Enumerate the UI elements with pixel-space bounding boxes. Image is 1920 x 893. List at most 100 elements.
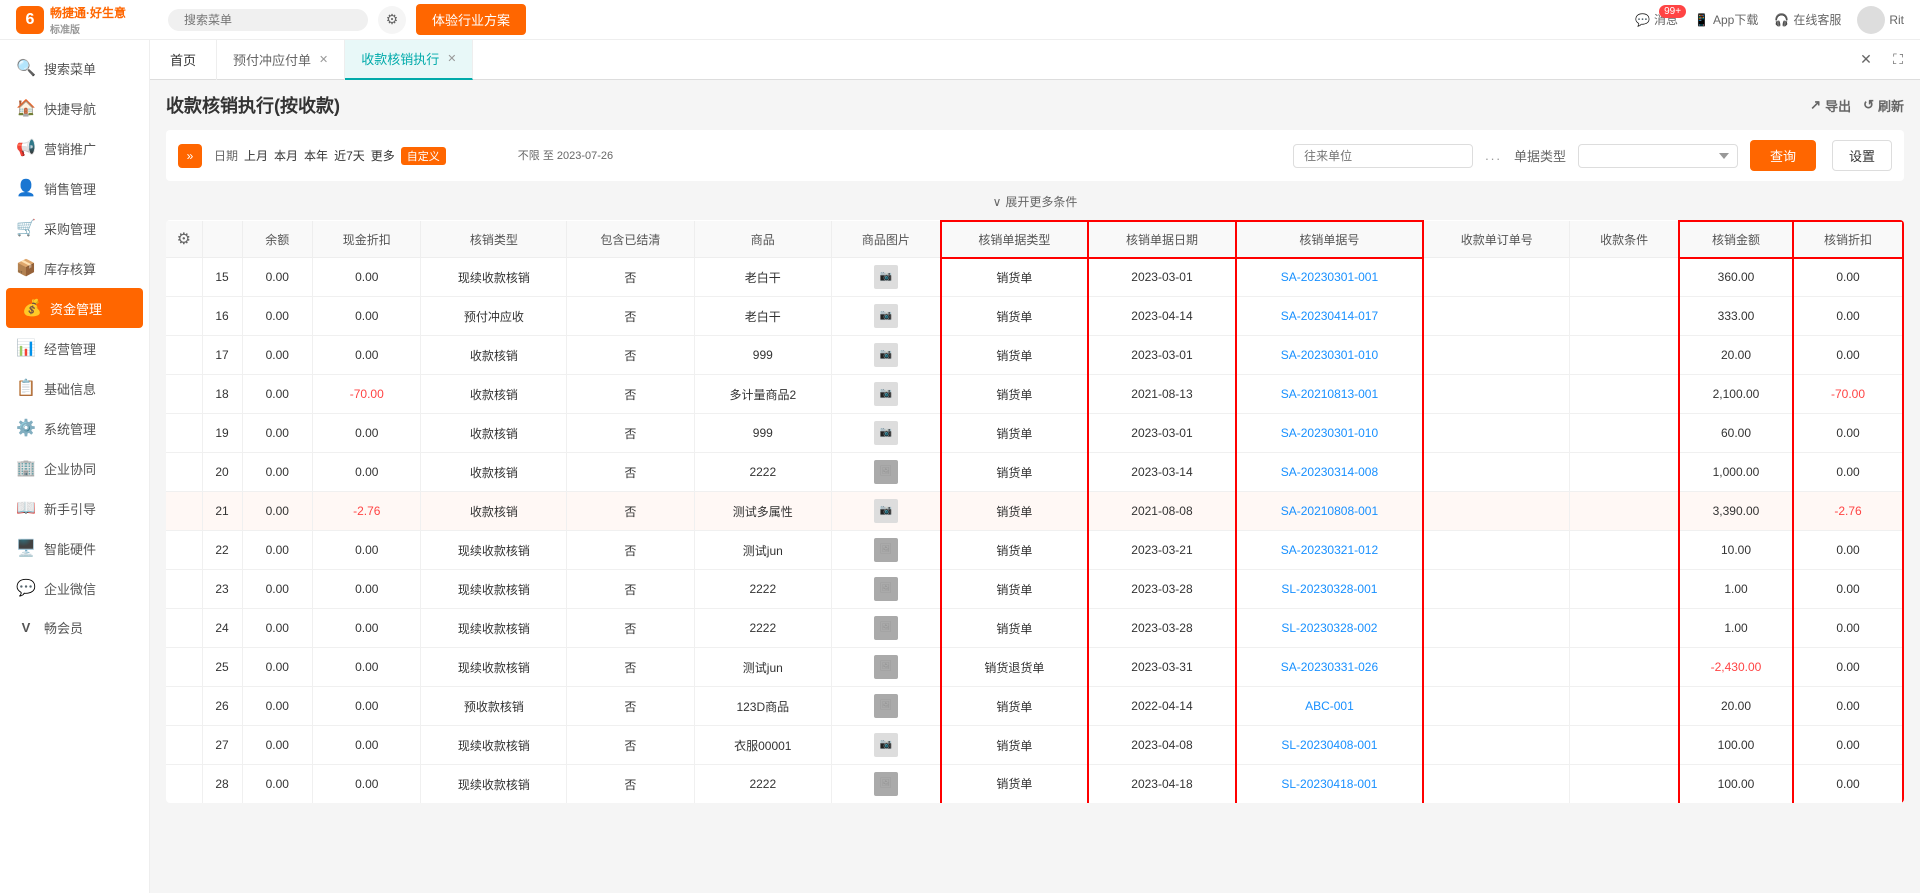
refresh-button[interactable]: ↺ 刷新	[1863, 96, 1904, 115]
industry-button[interactable]: 体验行业方案	[416, 4, 526, 35]
tab-prepay-close[interactable]: ✕	[319, 53, 328, 66]
td-bill-no[interactable]: SA-20210813-001	[1236, 375, 1423, 414]
tab-home[interactable]: 首页	[150, 40, 217, 80]
data-table: ⚙ 余额 现金折扣 核销类型 包含已结清 商品 商品图片 核销单据类型 核销单据…	[166, 220, 1904, 803]
page-content: 收款核销执行(按收款) ↗ 导出 ↺ 刷新 » 日期	[150, 80, 1920, 893]
notification-badge: 99+	[1659, 5, 1686, 18]
filter-date-thisyear[interactable]: 本年	[304, 147, 328, 165]
td-bill-no[interactable]: SA-20230331-026	[1236, 648, 1423, 687]
app-download-button[interactable]: 📱 App下载	[1694, 11, 1758, 28]
td-bill-no[interactable]: SL-20230328-002	[1236, 609, 1423, 648]
td-balance: 0.00	[242, 726, 313, 765]
sidebar-item-marketing[interactable]: 📢 营销推广	[0, 128, 149, 168]
filter-date-7days[interactable]: 近7天	[334, 147, 365, 165]
td-settings	[166, 297, 202, 336]
voucher-type-select[interactable]	[1578, 144, 1738, 168]
filter-date-thismonth[interactable]: 本月	[274, 147, 298, 165]
sidebar-item-sales[interactable]: 👤 销售管理	[0, 168, 149, 208]
sidebar-item-guide[interactable]: 📖 新手引导	[0, 488, 149, 528]
td-bill-no[interactable]: SL-20230328-001	[1236, 570, 1423, 609]
sidebar-item-purchase[interactable]: 🛒 采购管理	[0, 208, 149, 248]
refresh-label: 刷新	[1878, 96, 1904, 115]
td-included-settled: 否	[567, 492, 694, 531]
sidebar-item-business[interactable]: 📊 经营管理	[0, 328, 149, 368]
td-bill-type: 销货单	[941, 258, 1089, 297]
sidebar-item-enterprise[interactable]: 🏢 企业协同	[0, 448, 149, 488]
td-included-settled: 否	[567, 726, 694, 765]
filter-date-lastmonth[interactable]: 上月	[244, 147, 268, 165]
td-settings	[166, 336, 202, 375]
td-product-img: 🖼	[832, 609, 941, 648]
filter-date-more[interactable]: 更多	[371, 147, 395, 165]
online-service-button[interactable]: 🎧 在线客服	[1774, 11, 1841, 28]
td-receipt-order-no	[1423, 687, 1570, 726]
column-settings-icon[interactable]: ⚙	[177, 231, 191, 248]
sidebar-item-quick-nav[interactable]: 🏠 快捷导航	[0, 88, 149, 128]
td-bill-no[interactable]: SL-20230408-001	[1236, 726, 1423, 765]
td-balance: 0.00	[242, 375, 313, 414]
td-bill-no[interactable]: SA-20230301-010	[1236, 414, 1423, 453]
expand-more-button[interactable]: ∨ 展开更多条件	[993, 193, 1078, 210]
td-product: 2222	[694, 570, 832, 609]
filter-expand-button[interactable]: »	[178, 144, 202, 168]
td-bill-no[interactable]: SA-20230321-012	[1236, 531, 1423, 570]
sidebar-label-enterprise: 企业协同	[44, 459, 96, 478]
td-bill-type: 销货单	[941, 726, 1089, 765]
table-row: 190.000.00收款核销否999📷销货单2023-03-01SA-20230…	[166, 414, 1903, 453]
td-writeoff-discount: 0.00	[1793, 336, 1903, 375]
td-settings	[166, 687, 202, 726]
basic-icon: 📋	[16, 378, 36, 398]
search-input[interactable]	[168, 9, 368, 31]
settings-button[interactable]: 设置	[1832, 140, 1892, 171]
notification-button[interactable]: 💬 消息 99+	[1635, 11, 1678, 28]
sidebar-item-system[interactable]: ⚙️ 系统管理	[0, 408, 149, 448]
settings-icon[interactable]: ⚙	[378, 6, 406, 34]
tab-close-action[interactable]: ✕	[1852, 46, 1880, 74]
tab-receipt-writeoff[interactable]: 收款核销执行 ✕	[345, 40, 473, 80]
td-product: 999	[694, 336, 832, 375]
td-cash-discount: -70.00	[313, 375, 421, 414]
td-receipt-order-no	[1423, 492, 1570, 531]
sidebar-item-finance[interactable]: 💰 资金管理	[6, 288, 143, 328]
td-settings	[166, 414, 202, 453]
th-balance: 余额	[242, 221, 313, 258]
td-bill-no[interactable]: SA-20230314-008	[1236, 453, 1423, 492]
sidebar-item-basic[interactable]: 📋 基础信息	[0, 368, 149, 408]
td-bill-no[interactable]: SA-20230414-017	[1236, 297, 1423, 336]
sidebar-item-wechat[interactable]: 💬 企业微信	[0, 568, 149, 608]
td-receipt-condition	[1570, 336, 1679, 375]
th-product: 商品	[694, 221, 832, 258]
sidebar-item-hardware[interactable]: 🖥️ 智能硬件	[0, 528, 149, 568]
td-product: 2222	[694, 609, 832, 648]
user-avatar-button[interactable]: Rit	[1857, 6, 1904, 34]
td-bill-no[interactable]: SA-20210808-001	[1236, 492, 1423, 531]
tab-prepay[interactable]: 预付冲应付单 ✕	[217, 40, 345, 80]
td-receipt-condition	[1570, 570, 1679, 609]
tab-maximize-action[interactable]: ⛶	[1884, 46, 1912, 74]
th-settings[interactable]: ⚙	[166, 221, 202, 258]
td-receipt-order-no	[1423, 336, 1570, 375]
td-product-img: 🖼	[832, 531, 941, 570]
headset-icon: 🎧	[1774, 13, 1789, 27]
partner-dots[interactable]: ...	[1485, 148, 1502, 163]
td-bill-no[interactable]: SA-20230301-001	[1236, 258, 1423, 297]
td-product-img: 📷	[832, 414, 941, 453]
sidebar-item-member[interactable]: V 畅会员	[0, 608, 149, 647]
table-header-row: ⚙ 余额 现金折扣 核销类型 包含已结清 商品 商品图片 核销单据类型 核销单据…	[166, 221, 1903, 258]
sidebar-item-search[interactable]: 🔍 搜索菜单	[0, 48, 149, 88]
td-balance: 0.00	[242, 609, 313, 648]
filter-custom-btn[interactable]: 自定义	[401, 147, 446, 165]
tab-receipt-writeoff-close[interactable]: ✕	[447, 52, 456, 65]
td-writeoff-discount: 0.00	[1793, 531, 1903, 570]
td-writeoff-discount: 0.00	[1793, 297, 1903, 336]
td-bill-no[interactable]: ABC-001	[1236, 687, 1423, 726]
query-button[interactable]: 查询	[1750, 140, 1816, 171]
td-bill-date: 2023-03-28	[1088, 570, 1236, 609]
td-writeoff-amount: 333.00	[1679, 297, 1793, 336]
td-bill-no[interactable]: SL-20230418-001	[1236, 765, 1423, 804]
partner-input[interactable]	[1293, 144, 1473, 168]
td-bill-no[interactable]: SA-20230301-010	[1236, 336, 1423, 375]
table-row: 230.000.00现续收款核销否2222🖼销货单2023-03-28SL-20…	[166, 570, 1903, 609]
export-button[interactable]: ↗ 导出	[1810, 96, 1851, 115]
sidebar-item-inventory[interactable]: 📦 库存核算	[0, 248, 149, 288]
